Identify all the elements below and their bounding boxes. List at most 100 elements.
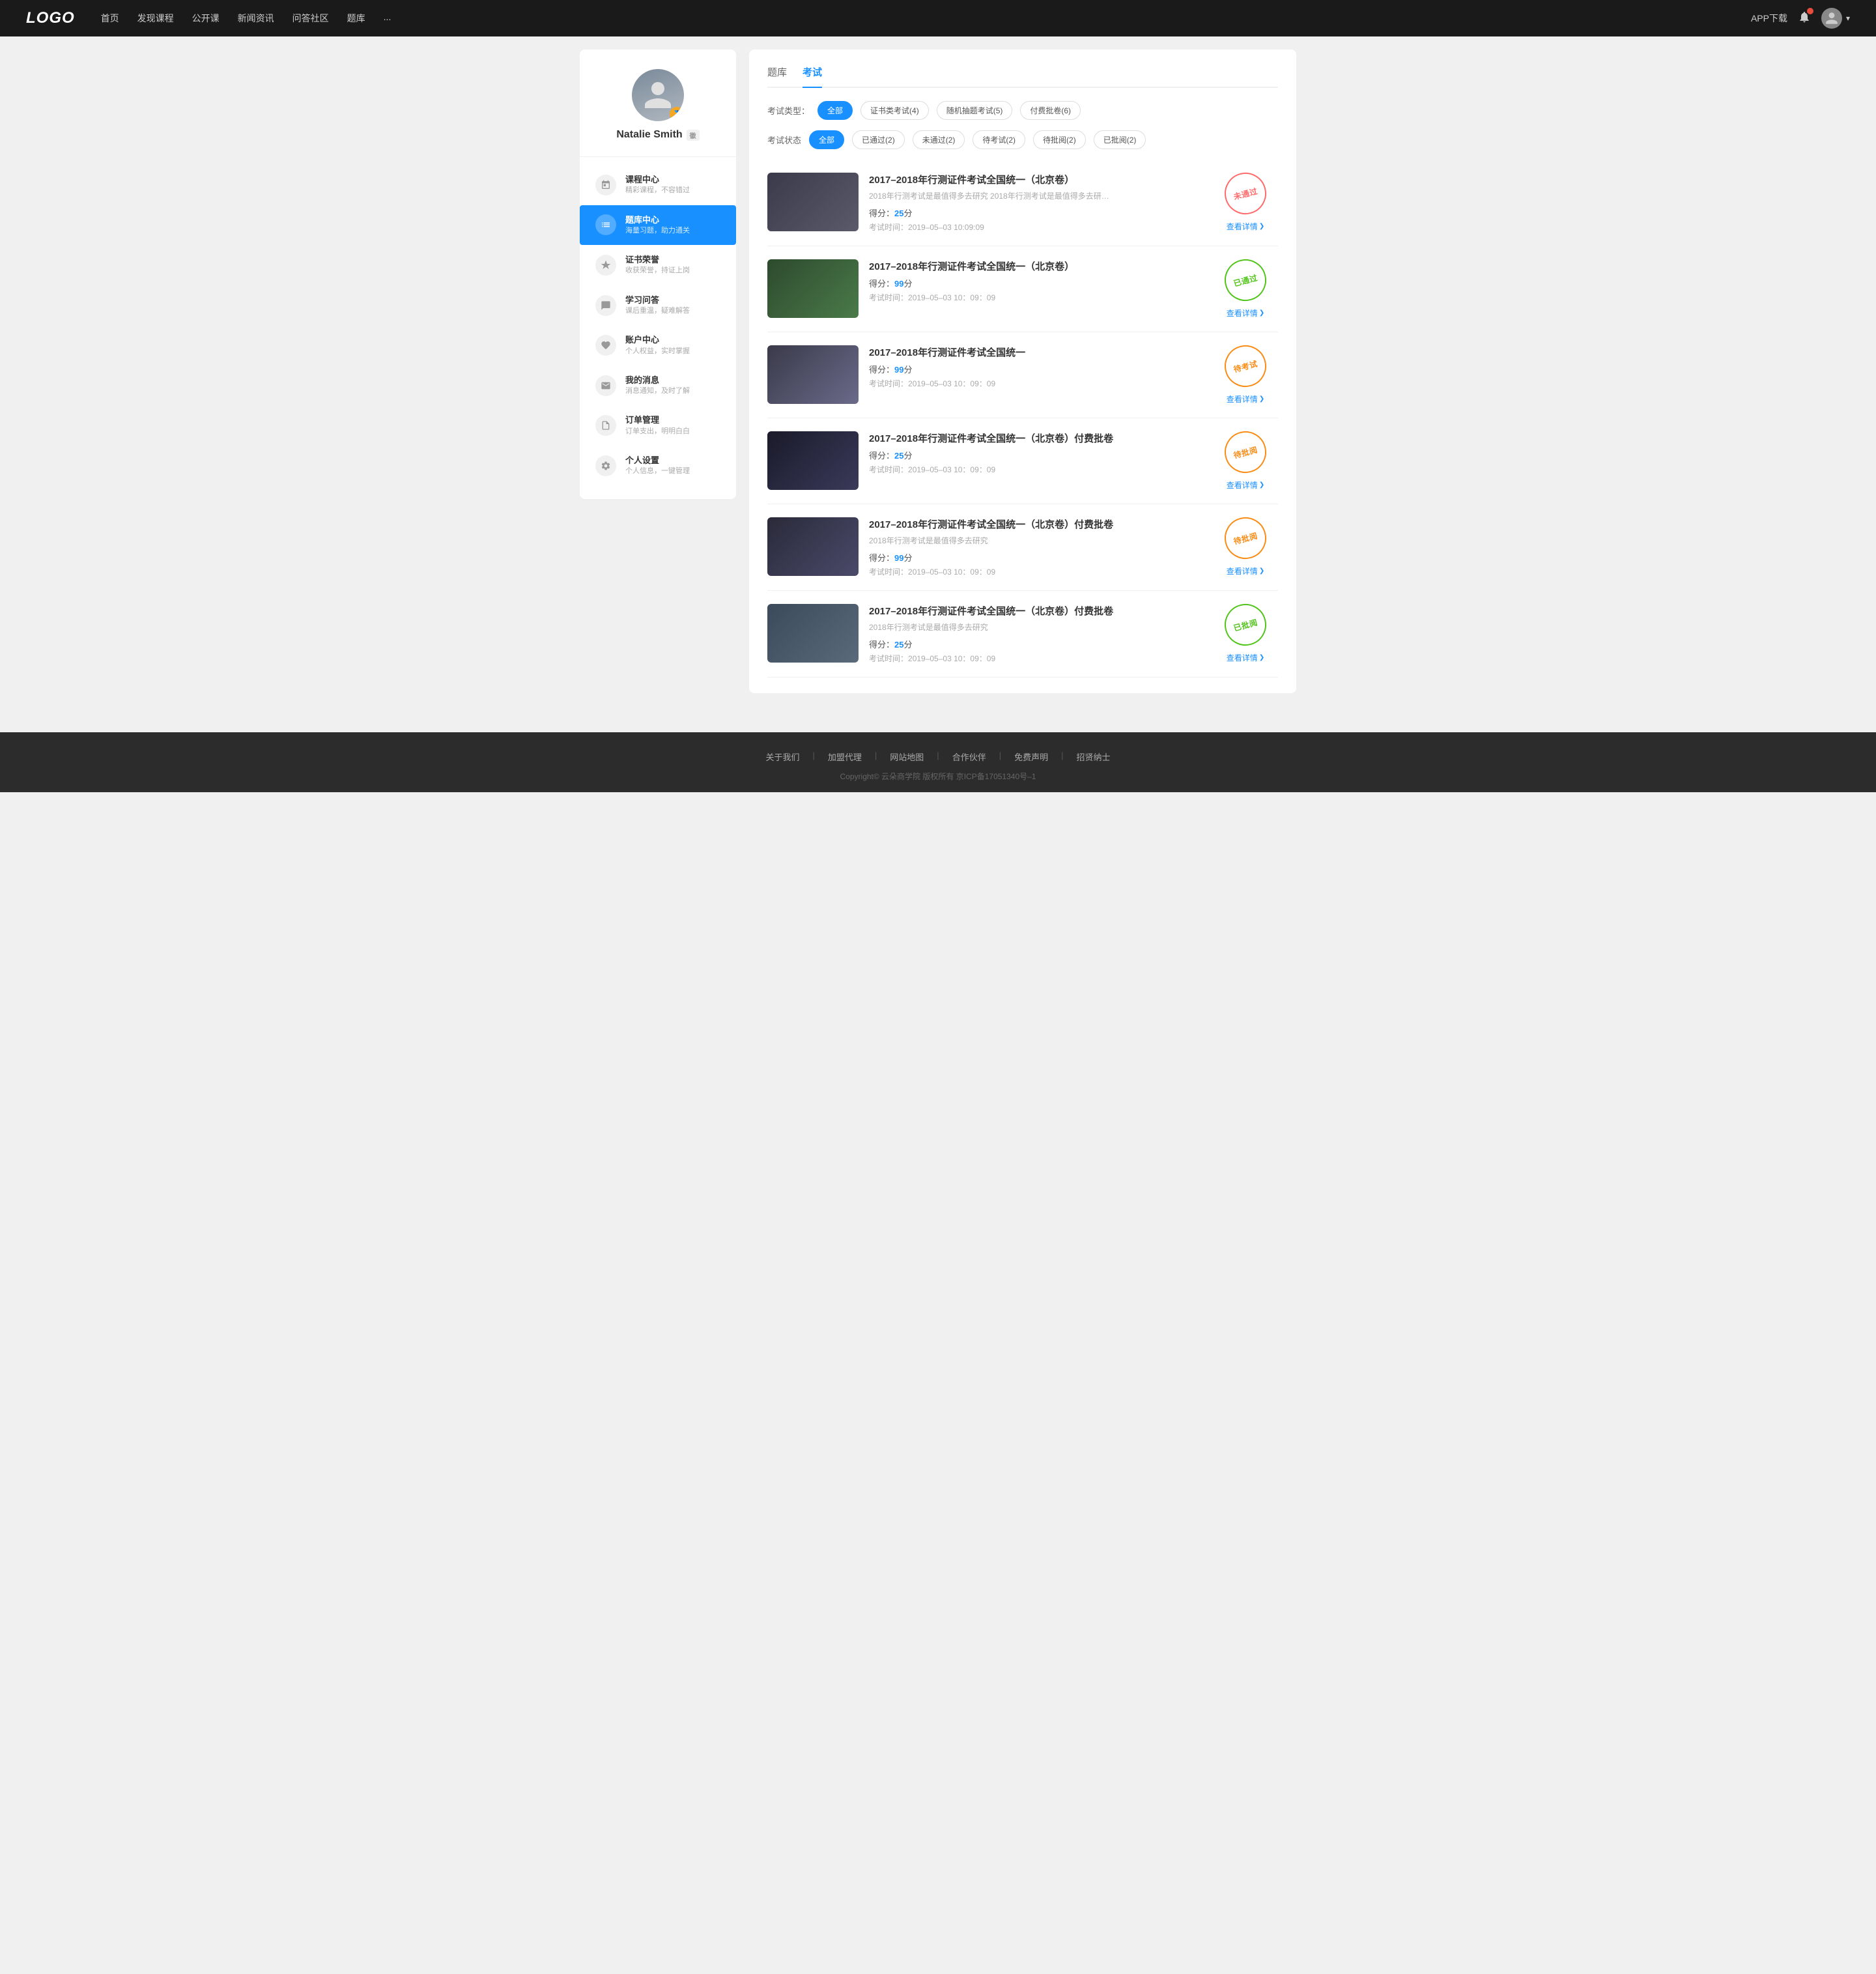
exam-title-4: 2017–2018年行测证件考试全国统一（北京卷）付费批卷 [869, 431, 1202, 445]
exam-score-3: 得分：99分 [869, 363, 1202, 375]
sidebar-course-sub: 精彩课程，不容错过 [625, 186, 690, 195]
nav-qa[interactable]: 问答社区 [292, 12, 329, 25]
type-filter-random[interactable]: 随机抽题考试(5) [937, 101, 1013, 120]
sidebar: 🏅 Natalie Smith 徽 课程中心 精彩课程，不容错过 [580, 50, 736, 499]
exam-title-5: 2017–2018年行测证件考试全国统一（北京卷）付费批卷 [869, 517, 1202, 531]
view-detail-3[interactable]: 查看详情 [1227, 393, 1264, 405]
exam-time-6: 考试时间：2019–05–03 10：09：09 [869, 653, 1202, 664]
exam-info-4: 2017–2018年行测证件考试全国统一（北京卷）付费批卷 得分：25分 考试时… [869, 431, 1202, 475]
avatar [1821, 8, 1842, 29]
exam-action-6: 已批阅 查看详情 [1213, 604, 1278, 663]
footer-partners[interactable]: 合作伙伴 [952, 751, 986, 763]
sidebar-qbank-title: 题库中心 [625, 214, 690, 226]
view-detail-4[interactable]: 查看详情 [1227, 479, 1264, 491]
footer: 关于我们 | 加盟代理 | 网站地图 | 合作伙伴 | 免费声明 | 招贤纳士 … [0, 732, 1876, 792]
status-filter-all[interactable]: 全部 [809, 130, 844, 149]
exam-info-6: 2017–2018年行测证件考试全国统一（北京卷）付费批卷 2018年行测考试是… [869, 604, 1202, 664]
message-icon [595, 375, 616, 396]
exam-desc-1: 2018年行测考试是最值得多去研究 2018年行测考试是最值得多去研究 2018… [869, 190, 1116, 201]
exam-thumb-1 [767, 173, 859, 231]
content-area: 题库 考试 考试类型： 全部 证书类考试(4) 随机抽题考试(5) 付费批卷(6… [749, 50, 1296, 693]
dropdown-caret: ▾ [1846, 14, 1850, 23]
app-download[interactable]: APP下载 [1751, 12, 1787, 25]
nav-more[interactable]: ... [384, 12, 391, 25]
view-detail-2[interactable]: 查看详情 [1227, 308, 1264, 319]
footer-copyright: Copyright© 云朵商学院 版权所有 京ICP备17051340号–1 [0, 771, 1876, 782]
exam-status-stamp-2: 已通过 [1220, 255, 1271, 306]
sidebar-item-qa[interactable]: 学习问答 课后重温，疑难解答 [580, 285, 736, 326]
notification-bell[interactable] [1798, 10, 1811, 27]
exam-thumb-4 [767, 431, 859, 490]
sidebar-item-questions[interactable]: 题库中心 海量习题，助力通关 [580, 205, 736, 246]
status-filter-reviewing[interactable]: 待批阅(2) [1033, 130, 1086, 149]
chat-icon [595, 295, 616, 316]
footer-about[interactable]: 关于我们 [765, 751, 799, 763]
status-filter-fail[interactable]: 未通过(2) [913, 130, 965, 149]
exam-title-6: 2017–2018年行测证件考试全国统一（北京卷）付费批卷 [869, 604, 1202, 618]
status-filter-pending[interactable]: 待考试(2) [973, 130, 1025, 149]
profile-badge: 🏅 [670, 107, 684, 121]
tab-exam[interactable]: 考试 [803, 65, 822, 87]
nav-home[interactable]: 首页 [101, 12, 119, 25]
exam-info-5: 2017–2018年行测证件考试全国统一（北京卷）付费批卷 2018年行测考试是… [869, 517, 1202, 577]
nav-opencourse[interactable]: 公开课 [192, 12, 220, 25]
exam-status-stamp-6: 已批阅 [1220, 599, 1271, 650]
exam-status-stamp-5: 待批阅 [1220, 513, 1271, 564]
view-detail-1[interactable]: 查看详情 [1227, 221, 1264, 232]
main-container: 🏅 Natalie Smith 徽 课程中心 精彩课程，不容错过 [580, 0, 1296, 732]
sidebar-item-order[interactable]: 订单管理 订单支出，明明白白 [580, 405, 736, 446]
user-avatar-menu[interactable]: ▾ [1821, 8, 1850, 29]
exam-thumb-3 [767, 345, 859, 404]
exam-time-2: 考试时间：2019–05–03 10：09：09 [869, 292, 1202, 303]
exam-action-4: 待批阅 查看详情 [1213, 431, 1278, 491]
footer-sitemap[interactable]: 网站地图 [890, 751, 924, 763]
exam-score-4: 得分：25分 [869, 449, 1202, 461]
notification-badge [1807, 8, 1813, 14]
sidebar-item-account[interactable]: 账户中心 个人权益，实时掌握 [580, 325, 736, 365]
sidebar-qbank-sub: 海量习题，助力通关 [625, 226, 690, 236]
exam-status-stamp-3: 待考试 [1220, 341, 1271, 392]
sidebar-item-settings[interactable]: 个人设置 个人信息，一键管理 [580, 446, 736, 486]
exam-desc-5: 2018年行测考试是最值得多去研究 [869, 535, 1116, 546]
exam-thumb-5 [767, 517, 859, 576]
exam-info-2: 2017–2018年行测证件考试全国统一（北京卷） 得分：99分 考试时间：20… [869, 259, 1202, 303]
status-filter-pass[interactable]: 已通过(2) [852, 130, 905, 149]
profile-name: Natalie Smith 徽 [616, 129, 699, 141]
exam-thumb-2 [767, 259, 859, 318]
file-icon [595, 415, 616, 436]
exam-desc-6: 2018年行测考试是最值得多去研究 [869, 622, 1116, 633]
sidebar-item-message[interactable]: 我的消息 消息通知，及时了解 [580, 365, 736, 406]
exam-item-4: 2017–2018年行测证件考试全国统一（北京卷）付费批卷 得分：25分 考试时… [767, 418, 1278, 504]
status-filter-row: 考试状态 全部 已通过(2) 未通过(2) 待考试(2) 待批阅(2) 已批阅(… [767, 130, 1278, 149]
sidebar-settings-sub: 个人信息，一键管理 [625, 466, 690, 476]
footer-recruit[interactable]: 招贤纳士 [1077, 751, 1111, 763]
exam-status-stamp-1: 未通过 [1220, 168, 1271, 219]
status-filter-reviewed[interactable]: 已批阅(2) [1094, 130, 1146, 149]
type-filter-paid[interactable]: 付费批卷(6) [1020, 101, 1081, 120]
footer-disclaimer[interactable]: 免费声明 [1014, 751, 1048, 763]
nav-questions[interactable]: 题库 [347, 12, 365, 25]
type-filter-all[interactable]: 全部 [817, 101, 853, 120]
view-detail-6[interactable]: 查看详情 [1227, 652, 1264, 663]
tab-questionbank[interactable]: 题库 [767, 65, 787, 87]
nav-news[interactable]: 新闻资讯 [238, 12, 274, 25]
footer-franchise[interactable]: 加盟代理 [828, 751, 862, 763]
sidebar-item-certificate[interactable]: 证书荣誉 收获荣誉，持证上岗 [580, 245, 736, 285]
sidebar-settings-title: 个人设置 [625, 455, 690, 466]
view-detail-5[interactable]: 查看详情 [1227, 565, 1264, 577]
logo: LOGO [26, 9, 75, 27]
sidebar-account-sub: 个人权益，实时掌握 [625, 347, 690, 356]
type-filter-label: 考试类型： [767, 104, 810, 117]
sidebar-cert-title: 证书荣誉 [625, 254, 690, 266]
type-filter-cert[interactable]: 证书类考试(4) [860, 101, 929, 120]
nav-menu: 首页 发现课程 公开课 新闻资讯 问答社区 题库 ... [101, 12, 1751, 25]
profile-section: 🏅 Natalie Smith 徽 [580, 69, 736, 157]
exam-action-2: 已通过 查看详情 [1213, 259, 1278, 319]
exam-score-5: 得分：99分 [869, 551, 1202, 564]
exam-title-1: 2017–2018年行测证件考试全国统一（北京卷） [869, 173, 1202, 186]
profile-avatar: 🏅 [632, 69, 684, 121]
sidebar-item-course[interactable]: 课程中心 精彩课程，不容错过 [580, 165, 736, 205]
sidebar-course-title: 课程中心 [625, 174, 690, 186]
nav-discover[interactable]: 发现课程 [137, 12, 174, 25]
sidebar-order-sub: 订单支出，明明白白 [625, 427, 690, 436]
